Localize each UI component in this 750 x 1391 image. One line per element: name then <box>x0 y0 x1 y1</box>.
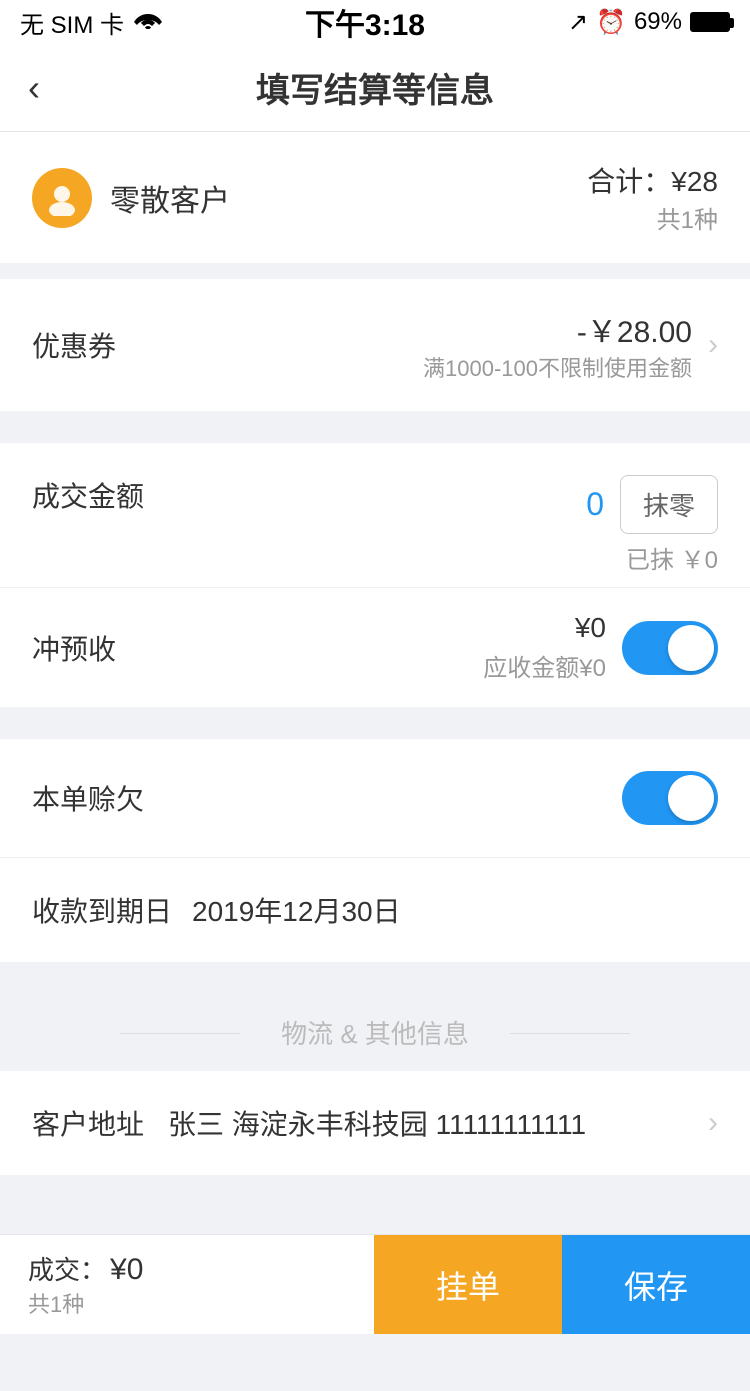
customer-right: 合计：¥28 共1种 <box>587 160 718 235</box>
logistics-label: 物流 & 其他信息 <box>281 1019 469 1049</box>
address-section: 客户地址 张三 海淀永丰科技园 11111111111 › <box>0 1071 750 1175</box>
save-button[interactable]: 保存 <box>562 1235 750 1334</box>
already-zeroed-text: 已抹 ￥0 <box>626 540 718 575</box>
no-sim-text: 无 SIM 卡 <box>20 5 124 40</box>
coupon-value-wrap: -￥28.00 满1000-100不限制使用金额 › <box>423 307 718 383</box>
due-date-value: 2019年12月30日 <box>192 890 401 930</box>
battery-percent: 69% <box>634 8 682 36</box>
coupon-row[interactable]: 优惠券 -￥28.00 满1000-100不限制使用金额 › <box>0 279 750 411</box>
customer-avatar <box>32 168 92 228</box>
address-label: 客户地址 <box>32 1103 144 1143</box>
chevron-right-icon: › <box>708 328 718 362</box>
coupon-discount: -￥28.00 <box>423 307 692 351</box>
deal-amount-row: 成交金额 抹零 已抹 ￥0 <box>0 443 750 587</box>
round-zero-button[interactable]: 抹零 <box>620 475 718 534</box>
bottom-count: 共1种 <box>28 1287 346 1319</box>
coupon-section: 优惠券 -￥28.00 满1000-100不限制使用金额 › <box>0 279 750 411</box>
page-title: 填写结算等信息 <box>256 63 494 112</box>
advance-sub: 应收金额¥0 <box>483 648 606 683</box>
address-row[interactable]: 客户地址 张三 海淀永丰科技园 11111111111 › <box>0 1071 750 1175</box>
debt-row: 本单赊欠 <box>0 739 750 857</box>
gap-1 <box>0 427 750 443</box>
back-button[interactable]: ‹ <box>28 67 40 109</box>
gap-2 <box>0 723 750 739</box>
customer-count: 共1种 <box>587 200 718 235</box>
deal-advance-section: 成交金额 抹零 已抹 ￥0 冲预收 ¥0 应收金额¥0 <box>0 443 750 707</box>
debt-section: 本单赊欠 收款到期日 2019年12月30日 <box>0 739 750 962</box>
advance-row: 冲预收 ¥0 应收金额¥0 <box>0 587 750 707</box>
status-time: 下午3:18 <box>305 0 425 44</box>
hang-button[interactable]: 挂单 <box>374 1235 562 1334</box>
deal-amount-input[interactable] <box>524 486 604 523</box>
nav-bar: ‹ 填写结算等信息 <box>0 44 750 132</box>
deal-amount-label: 成交金额 <box>32 475 144 515</box>
logistics-divider: 物流 & 其他信息 <box>0 994 750 1071</box>
alarm-icon: ⏰ <box>596 8 626 37</box>
address-chevron-icon: › <box>708 1106 718 1140</box>
customer-row: 零散客户 合计：¥28 共1种 <box>0 132 750 263</box>
address-value: 张三 海淀永丰科技园 11111111111 <box>168 1103 708 1143</box>
location-icon: ↗ <box>568 8 588 37</box>
advance-toggle[interactable] <box>622 621 718 675</box>
wifi-icon <box>134 8 162 36</box>
customer-left: 零散客户 <box>32 168 230 228</box>
bottom-deal-amount: ¥0 <box>110 1253 143 1287</box>
due-date-row: 收款到期日 2019年12月30日 <box>0 857 750 962</box>
advance-toggle-wrap: ¥0 应收金额¥0 <box>483 612 606 683</box>
bottom-info: 成交： ¥0 共1种 <box>0 1235 374 1334</box>
status-bar: 无 SIM 卡 下午3:18 ↗ ⏰ 69% <box>0 0 750 44</box>
status-right: ↗ ⏰ 69% <box>568 8 730 37</box>
customer-total: 合计：¥28 <box>587 160 718 200</box>
battery-icon <box>690 12 730 32</box>
customer-section: 零散客户 合计：¥28 共1种 <box>0 132 750 263</box>
debt-toggle[interactable] <box>622 771 718 825</box>
coupon-value-right: -￥28.00 满1000-100不限制使用金额 <box>423 307 692 383</box>
debt-label: 本单赊欠 <box>32 778 144 818</box>
coupon-desc: 满1000-100不限制使用金额 <box>423 351 692 383</box>
customer-name: 零散客户 <box>110 176 230 220</box>
advance-amount: ¥0 <box>575 612 606 644</box>
coupon-label: 优惠券 <box>32 325 116 365</box>
bottom-bar: 成交： ¥0 共1种 挂单 保存 <box>0 1234 750 1334</box>
status-left: 无 SIM 卡 <box>20 5 162 40</box>
due-date-label: 收款到期日 <box>32 890 172 930</box>
gap-3 <box>0 978 750 994</box>
advance-right: ¥0 应收金额¥0 <box>483 612 718 683</box>
bottom-deal-label: 成交： <box>28 1250 106 1287</box>
advance-label: 冲预收 <box>32 628 116 668</box>
